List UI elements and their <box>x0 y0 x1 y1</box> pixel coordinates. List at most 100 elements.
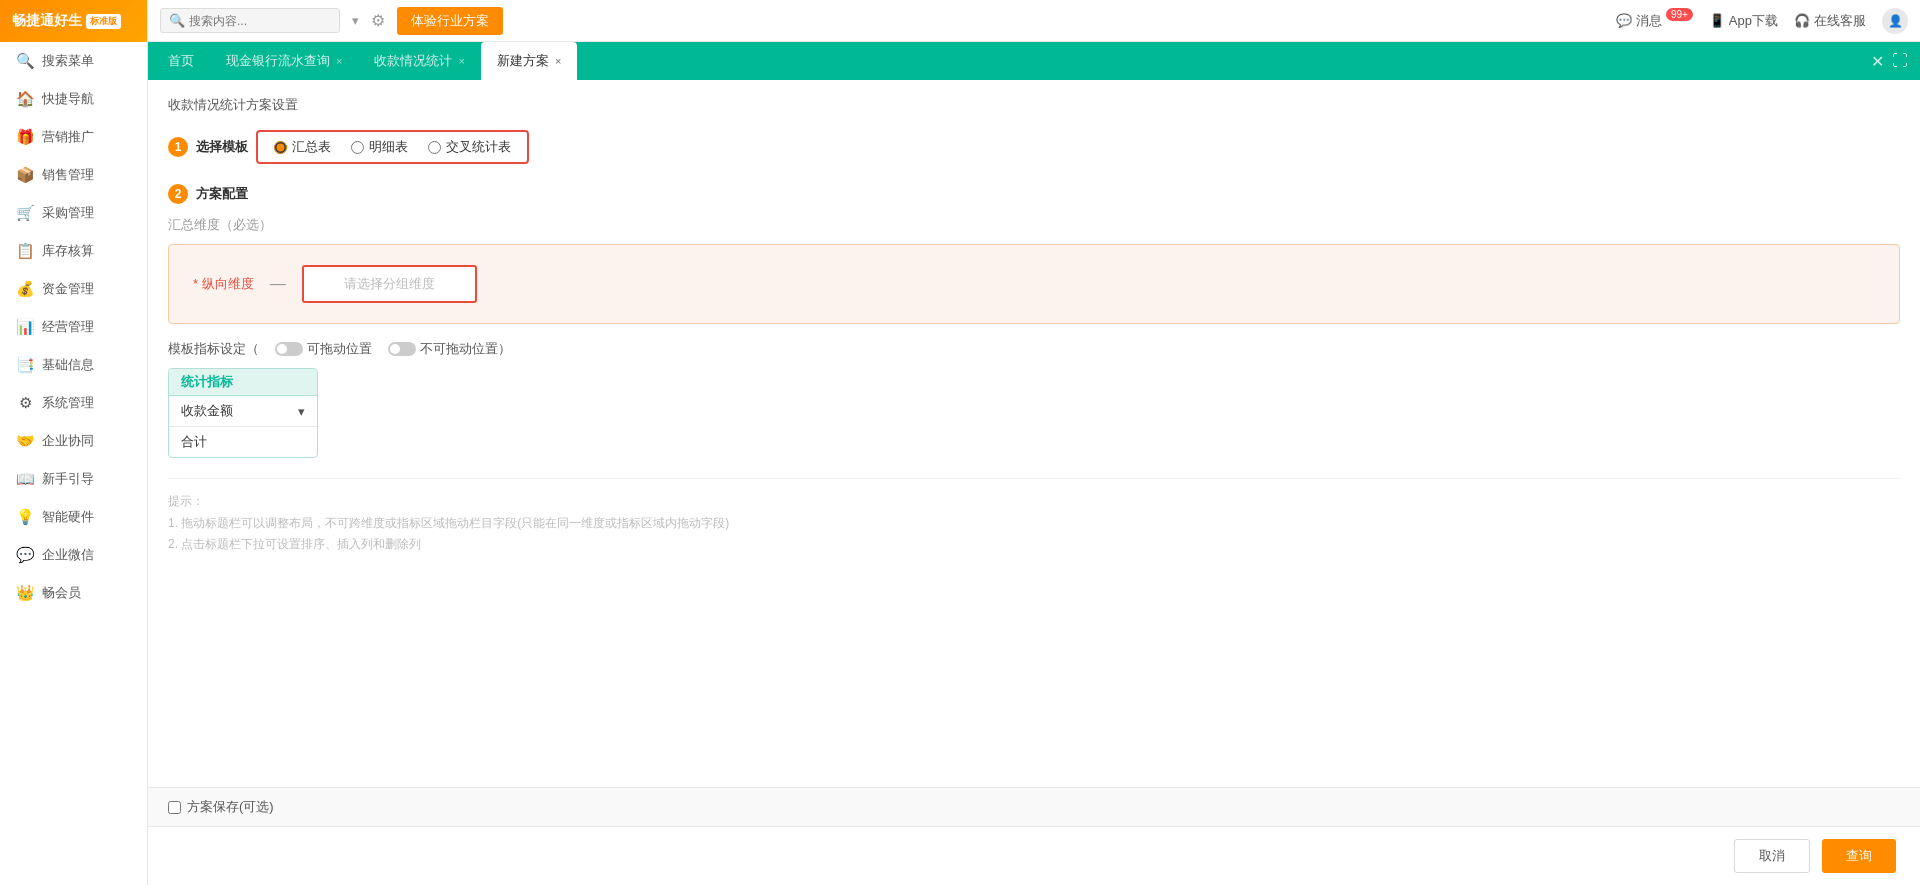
sidebar-item-1[interactable]: 🏠 快捷导航 <box>0 80 147 118</box>
stats-label: 统计指标 <box>181 374 233 389</box>
nav-tab-3[interactable]: 新建方案 × <box>481 42 577 80</box>
sidebar-label-12: 智能硬件 <box>42 508 94 526</box>
sidebar-item-7[interactable]: 📊 经营管理 <box>0 308 147 346</box>
dimension-placeholder: 请选择分组维度 <box>344 276 435 291</box>
query-button[interactable]: 查询 <box>1822 839 1896 873</box>
stats-total-label: 合计 <box>181 433 305 451</box>
sidebar-item-13[interactable]: 💬 企业微信 <box>0 536 147 574</box>
download-item[interactable]: 📱 App下载 <box>1709 12 1778 30</box>
download-label: App下载 <box>1729 12 1778 30</box>
nav-tab-0[interactable]: 首页 <box>152 42 210 80</box>
step1-section: 1 选择模板 汇总表 明细表 交叉统计表 <box>168 130 1900 164</box>
save-checkbox[interactable] <box>168 801 181 814</box>
tab-close-3[interactable]: × <box>555 55 561 67</box>
support-label: 在线客服 <box>1814 12 1866 30</box>
sidebar-icon-10: 🤝 <box>16 432 34 450</box>
step2-section: 2 方案配置 汇总维度（必选） * 纵向维度 — 请选择分组维度 <box>168 184 1900 556</box>
sidebar-item-0[interactable]: 🔍 搜索菜单 <box>0 42 147 80</box>
footer-actions: 取消 查询 <box>148 826 1920 885</box>
dimension-label: 汇总维度（必选） <box>168 216 1900 234</box>
sidebar-label-0: 搜索菜单 <box>42 52 94 70</box>
radio-cross-input[interactable] <box>428 141 441 154</box>
settings-icon[interactable]: ⚙ <box>371 11 385 30</box>
cancel-button[interactable]: 取消 <box>1734 839 1810 873</box>
avatar-icon: 👤 <box>1888 14 1903 28</box>
sidebar-icon-9: ⚙ <box>16 394 34 412</box>
logo-badge: 标准版 <box>86 14 121 29</box>
topbar-right: 💬 消息 99+ 📱 App下载 🎧 在线客服 👤 <box>1616 8 1908 34</box>
metrics-label-row: 模板指标设定（ 可拖动位置 不可拖动位置） <box>168 340 1900 358</box>
radio-summary[interactable]: 汇总表 <box>274 138 331 156</box>
sidebar-item-8[interactable]: 📑 基础信息 <box>0 346 147 384</box>
sidebar-label-9: 系统管理 <box>42 394 94 412</box>
user-avatar[interactable]: 👤 <box>1882 8 1908 34</box>
sidebar-label-1: 快捷导航 <box>42 90 94 108</box>
sidebar-label-5: 库存核算 <box>42 242 94 260</box>
hint-item-1: 2. 点击标题栏下拉可设置排序、插入列和删除列 <box>168 534 1900 556</box>
sidebar-item-2[interactable]: 🎁 营销推广 <box>0 118 147 156</box>
sidebar-icon-5: 📋 <box>16 242 34 260</box>
radio-cross[interactable]: 交叉统计表 <box>428 138 511 156</box>
sidebar-label-13: 企业微信 <box>42 546 94 564</box>
toggle-movable[interactable] <box>275 342 303 356</box>
radio-detail-input[interactable] <box>351 141 364 154</box>
support-item[interactable]: 🎧 在线客服 <box>1794 12 1866 30</box>
config-section: 汇总维度（必选） * 纵向维度 — 请选择分组维度 模板指标设定（ <box>168 216 1900 556</box>
sidebar-item-12[interactable]: 💡 智能硬件 <box>0 498 147 536</box>
topbar-dropdown-icon[interactable]: ▾ <box>352 13 359 28</box>
toggle-unmovable[interactable] <box>388 342 416 356</box>
step2-header: 2 方案配置 <box>168 184 1900 204</box>
bottom-bar: 方案保存(可选) <box>148 787 1920 826</box>
sidebar-icon-1: 🏠 <box>16 90 34 108</box>
maximize-icon[interactable]: ⛶ <box>1892 52 1908 70</box>
close-window-icon[interactable]: ✕ <box>1871 52 1884 71</box>
sidebar-item-3[interactable]: 📦 销售管理 <box>0 156 147 194</box>
sidebar-label-3: 销售管理 <box>42 166 94 184</box>
sidebar-icon-8: 📑 <box>16 356 34 374</box>
save-label: 方案保存(可选) <box>187 798 274 816</box>
page-title: 收款情况统计方案设置 <box>168 96 1900 114</box>
notification-item[interactable]: 💬 消息 99+ <box>1616 12 1693 30</box>
metrics-section: 模板指标设定（ 可拖动位置 不可拖动位置） <box>168 340 1900 458</box>
stats-total-row: 合计 <box>169 427 317 457</box>
sidebar-item-5[interactable]: 📋 库存核算 <box>0 232 147 270</box>
tab-label-2: 收款情况统计 <box>374 52 452 70</box>
sidebar-icon-2: 🎁 <box>16 128 34 146</box>
nav-tab-2[interactable]: 收款情况统计 × <box>358 42 480 80</box>
radio-detail[interactable]: 明细表 <box>351 138 408 156</box>
tab-label-0: 首页 <box>168 52 194 70</box>
tab-close-1[interactable]: × <box>336 55 342 67</box>
stats-column-label: 收款金额 <box>181 402 298 420</box>
nav-tabs: 首页现金银行流水查询× 收款情况统计 × 新建方案 × ✕ ⛶ <box>148 42 1920 80</box>
save-option[interactable]: 方案保存(可选) <box>168 798 274 816</box>
tab-close-2[interactable]: × <box>458 55 464 67</box>
search-input[interactable] <box>189 14 329 28</box>
sidebar-item-14[interactable]: 👑 畅会员 <box>0 574 147 612</box>
sidebar-item-6[interactable]: 💰 资金管理 <box>0 270 147 308</box>
sidebar: 畅捷通好生 标准版 🔍 搜索菜单 🏠 快捷导航 🎁 营销推广 📦 销售管理 🛒 … <box>0 0 148 885</box>
template-selector: 汇总表 明细表 交叉统计表 <box>256 130 529 164</box>
step1-header: 1 选择模板 汇总表 明细表 交叉统计表 <box>168 130 1900 164</box>
tab-label-3: 新建方案 <box>497 52 549 70</box>
step1-title: 选择模板 <box>196 138 248 156</box>
column-dropdown-icon[interactable]: ▾ <box>298 404 305 419</box>
download-icon: 📱 <box>1709 13 1725 28</box>
sidebar-icon-12: 💡 <box>16 508 34 526</box>
dimension-label-text: 汇总维度（必选） <box>168 217 272 232</box>
sidebar-item-11[interactable]: 📖 新手引导 <box>0 460 147 498</box>
search-box[interactable]: 🔍 <box>160 8 340 33</box>
dimension-selector[interactable]: 请选择分组维度 <box>302 265 477 303</box>
notification-badge: 99+ <box>1666 8 1693 21</box>
radio-summary-input[interactable] <box>274 141 287 154</box>
sidebar-item-9[interactable]: ⚙ 系统管理 <box>0 384 147 422</box>
sidebar-item-10[interactable]: 🤝 企业协同 <box>0 422 147 460</box>
stats-column-header-row[interactable]: 收款金额 ▾ <box>169 396 317 427</box>
sidebar-icon-6: 💰 <box>16 280 34 298</box>
trial-button[interactable]: 体验行业方案 <box>397 7 503 35</box>
step1-num: 1 <box>168 137 188 157</box>
nav-tab-1[interactable]: 现金银行流水查询× <box>210 42 358 80</box>
tab-controls[interactable]: ✕ ⛶ <box>1863 42 1916 80</box>
step2-title: 方案配置 <box>196 185 248 203</box>
sidebar-item-4[interactable]: 🛒 采购管理 <box>0 194 147 232</box>
dim-arrow: — <box>270 275 286 293</box>
